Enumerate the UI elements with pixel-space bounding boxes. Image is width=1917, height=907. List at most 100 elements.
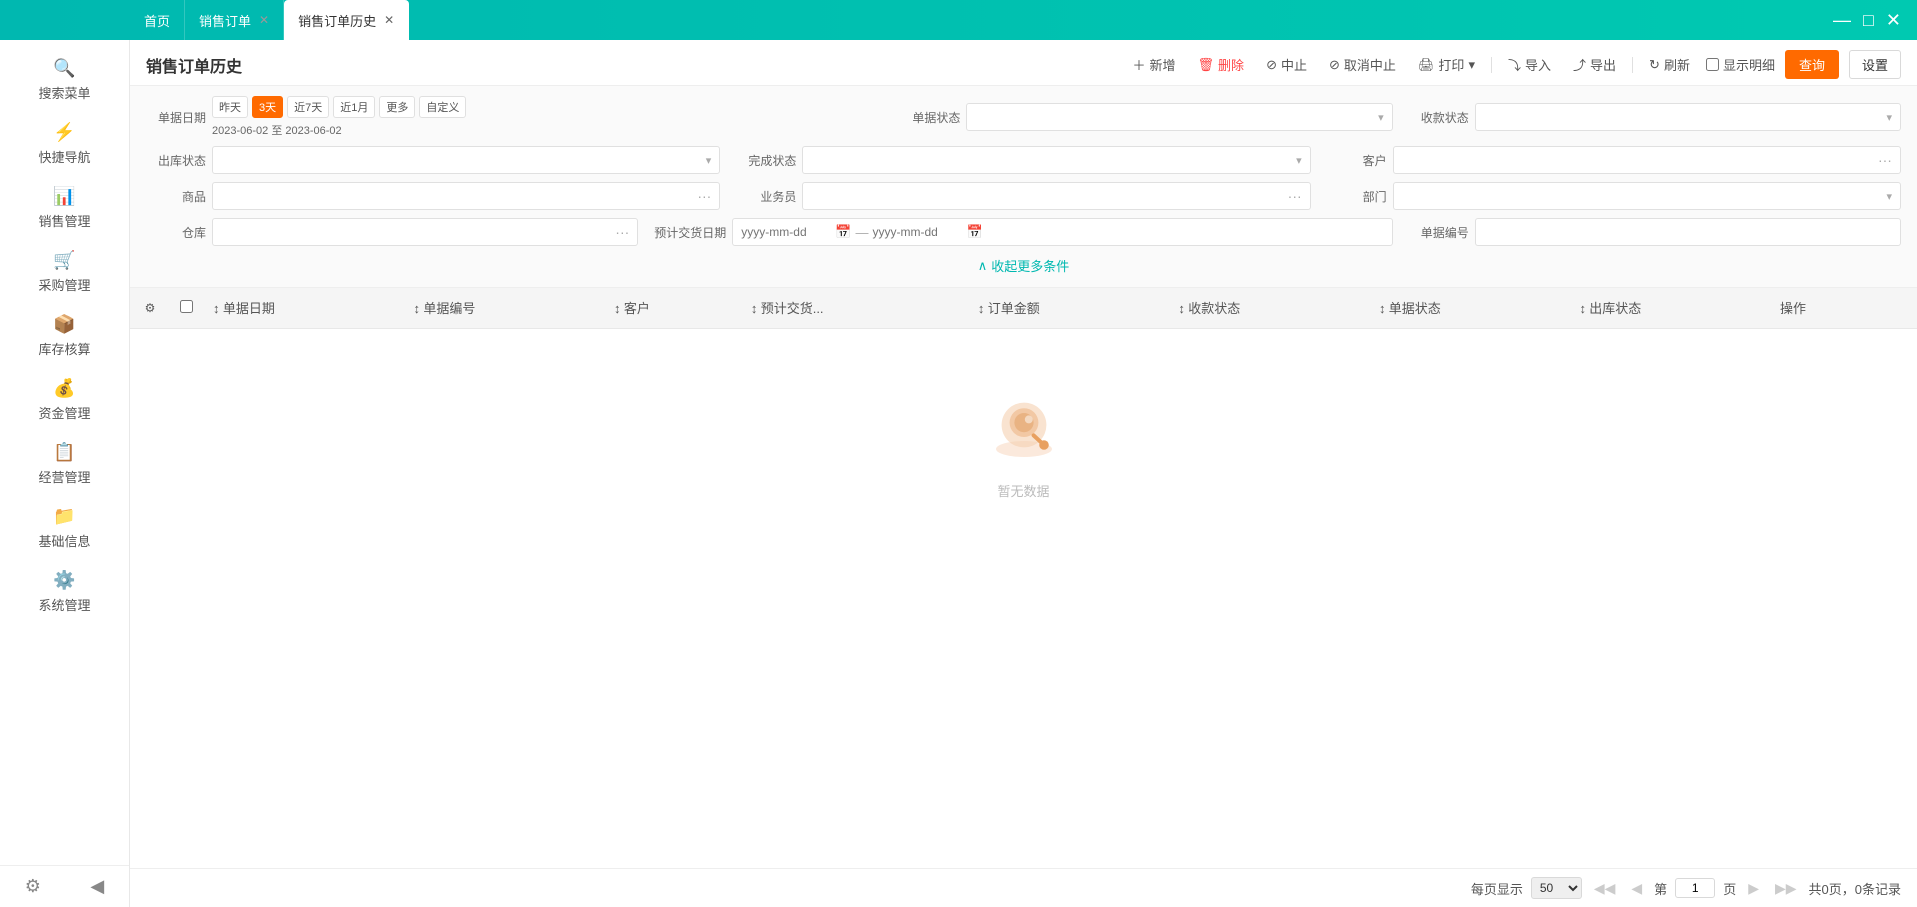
first-page-button[interactable]: ◀◀ — [1590, 878, 1620, 899]
complete-status-arrow-icon: ▾ — [1296, 154, 1302, 167]
page-header: 销售订单历史 ＋ 新增 🗑 删除 ⊘ 中止 ⊘ 取消中止 — [130, 40, 1917, 86]
stop-button[interactable]: ⊘ 中止 — [1260, 52, 1313, 77]
sidebar-item-inventory-calc[interactable]: 📦 库存核算 — [0, 304, 129, 368]
expected-date-to-input[interactable] — [872, 225, 962, 239]
tab-home[interactable]: 首页 — [130, 0, 185, 40]
payment-status-control[interactable]: ▾ — [1475, 103, 1901, 131]
page-title: 销售订单历史 — [146, 53, 242, 77]
page-size-select[interactable]: 10 20 50 100 — [1531, 877, 1582, 899]
complete-status-label: 完成状态 — [736, 152, 796, 169]
th-date[interactable]: ↕ 单据日期 — [203, 288, 404, 328]
dept-label: 部门 — [1327, 188, 1387, 205]
tab-sales-history-close[interactable]: ✕ — [384, 13, 394, 27]
th-order-no[interactable]: ↕ 单据编号 — [404, 288, 605, 328]
salesperson-label: 业务员 — [736, 188, 796, 205]
goods-control[interactable]: ··· — [212, 182, 720, 210]
date-btn-30days[interactable]: 近1月 — [333, 96, 375, 118]
last-page-button[interactable]: ▶▶ — [1771, 878, 1801, 899]
date-btn-7days[interactable]: 近7天 — [287, 96, 329, 118]
warehouse-dots-icon: ··· — [615, 224, 629, 240]
date-btn-custom[interactable]: 自定义 — [419, 96, 466, 118]
order-status-control[interactable]: ▾ — [966, 103, 1392, 131]
th-amount[interactable]: ↕ 订单金额 — [968, 288, 1169, 328]
date-btn-today[interactable]: 昨天 — [212, 96, 248, 118]
date-filter-label: 单据日期 — [146, 109, 206, 126]
import-button[interactable]: ⤵ 导入 — [1502, 52, 1557, 77]
th-settings[interactable]: ⚙ — [130, 288, 170, 328]
salesperson-control[interactable]: ··· — [802, 182, 1310, 210]
collapse-label: 收起更多条件 — [991, 256, 1069, 275]
filter-order-no-item: 单据编号 — [1409, 218, 1901, 246]
next-page-button[interactable]: ▶ — [1744, 878, 1763, 899]
th-expected-date[interactable]: ↕ 预计交货... — [741, 288, 968, 328]
sidebar-settings-button[interactable]: ⚙ — [25, 876, 41, 897]
stock-out-control[interactable]: ▾ — [212, 146, 720, 174]
sidebar-item-system-mgmt[interactable]: ⚙️ 系统管理 — [0, 560, 129, 624]
toolbar-divider-2 — [1632, 57, 1633, 73]
th-stock-status[interactable]: ↕ 出库状态 — [1569, 288, 1770, 328]
current-page-prefix: 第 — [1654, 879, 1667, 898]
sales-mgmt-icon: 📊 — [53, 186, 75, 207]
sidebar-item-basic-info[interactable]: 📁 基础信息 — [0, 496, 129, 560]
new-button[interactable]: ＋ 新增 — [1127, 52, 1182, 77]
warehouse-control[interactable]: ··· — [212, 218, 638, 246]
date-btn-3days[interactable]: 3天 — [252, 96, 283, 118]
print-button[interactable]: 🖨 打印 ▾ — [1412, 52, 1481, 77]
sidebar-item-fund-mgmt[interactable]: 💰 资金管理 — [0, 368, 129, 432]
order-no-control[interactable] — [1475, 218, 1901, 246]
filter-customer-item: 客户 ··· — [1327, 146, 1901, 174]
payment-status-arrow-icon: ▾ — [1886, 111, 1892, 124]
purchase-mgmt-icon: 🛒 — [53, 250, 75, 271]
dept-control[interactable]: ▾ — [1393, 182, 1901, 210]
goods-dots-icon: ··· — [697, 188, 711, 204]
th-order-status[interactable]: ↕ 单据状态 — [1369, 288, 1570, 328]
sidebar-item-operations-mgmt[interactable]: 📋 经营管理 — [0, 432, 129, 496]
salesperson-dots-icon: ··· — [1288, 188, 1302, 204]
tab-sales-order-close[interactable]: ✕ — [259, 13, 269, 27]
delete-button[interactable]: 🗑 删除 — [1192, 52, 1251, 77]
select-all-checkbox[interactable] — [180, 300, 193, 313]
tab-sales-history[interactable]: 销售订单历史 ✕ — [284, 0, 409, 40]
tab-sales-order[interactable]: 销售订单 ✕ — [185, 0, 284, 40]
import-icon: ⤵ — [1508, 55, 1521, 74]
th-checkbox[interactable] — [170, 288, 203, 328]
empty-state: 暂无数据 — [130, 329, 1917, 560]
customer-control[interactable]: ··· — [1393, 146, 1901, 174]
close-button[interactable]: ✕ — [1886, 10, 1901, 31]
calendar-to-icon: 📅 — [966, 224, 982, 240]
customer-dots-icon: ··· — [1878, 152, 1892, 168]
delete-icon: 🗑 — [1198, 57, 1215, 73]
th-customer[interactable]: ↕ 客户 — [604, 288, 741, 328]
cancel-stop-button[interactable]: ⊘ 取消中止 — [1323, 52, 1402, 77]
sidebar-collapse-button[interactable]: ◀ — [90, 876, 104, 897]
prev-page-button[interactable]: ◀ — [1627, 878, 1646, 899]
table-area: ⚙ ↕ 单据日期 ↕ 单据编号 ↕ — [130, 288, 1917, 868]
filter-goods-item: 商品 ··· — [146, 182, 720, 210]
collapse-row[interactable]: ∧ 收起更多条件 — [146, 254, 1901, 277]
sidebar-item-purchase-mgmt[interactable]: 🛒 采购管理 — [0, 240, 129, 304]
page-number-input[interactable] — [1675, 878, 1715, 898]
sidebar-item-sales-mgmt[interactable]: 📊 销售管理 — [0, 176, 129, 240]
data-table: ⚙ ↕ 单据日期 ↕ 单据编号 ↕ — [130, 288, 1917, 329]
sidebar-item-search-menu[interactable]: 🔍 搜索菜单 — [0, 48, 129, 112]
settings-button[interactable]: 设置 — [1849, 50, 1901, 79]
date-btn-more[interactable]: 更多 — [379, 96, 415, 118]
expected-date-from-input[interactable] — [741, 225, 831, 239]
expected-date-control[interactable]: 📅 — 📅 — [732, 218, 1392, 246]
maximize-button[interactable]: □ — [1863, 10, 1874, 31]
minimize-button[interactable]: — — [1833, 10, 1851, 31]
payment-status-label: 收款状态 — [1409, 109, 1469, 126]
th-payment-status[interactable]: ↕ 收款状态 — [1168, 288, 1369, 328]
filter-row-1: 单据日期 昨天 3天 近7天 近1月 更多 自定义 2023-06-02 至 2… — [146, 96, 1901, 138]
refresh-button[interactable]: ↻ 刷新 — [1643, 52, 1696, 77]
query-button[interactable]: 查询 — [1785, 50, 1839, 79]
page-suffix: 页 — [1723, 879, 1736, 898]
window-controls: — □ ✕ — [1833, 10, 1917, 31]
filter-salesperson-item: 业务员 ··· — [736, 182, 1310, 210]
sidebar-item-quick-nav[interactable]: ⚡ 快捷导航 — [0, 112, 129, 176]
show-detail-checkbox[interactable]: 显示明细 — [1706, 55, 1775, 74]
sidebar: 🔍 搜索菜单 ⚡ 快捷导航 📊 销售管理 🛒 采购管理 📦 库存核算 💰 资金管… — [0, 40, 130, 907]
complete-status-control[interactable]: ▾ — [802, 146, 1310, 174]
operations-mgmt-icon: 📋 — [53, 442, 75, 463]
export-button[interactable]: ⤴ 导出 — [1567, 52, 1622, 77]
